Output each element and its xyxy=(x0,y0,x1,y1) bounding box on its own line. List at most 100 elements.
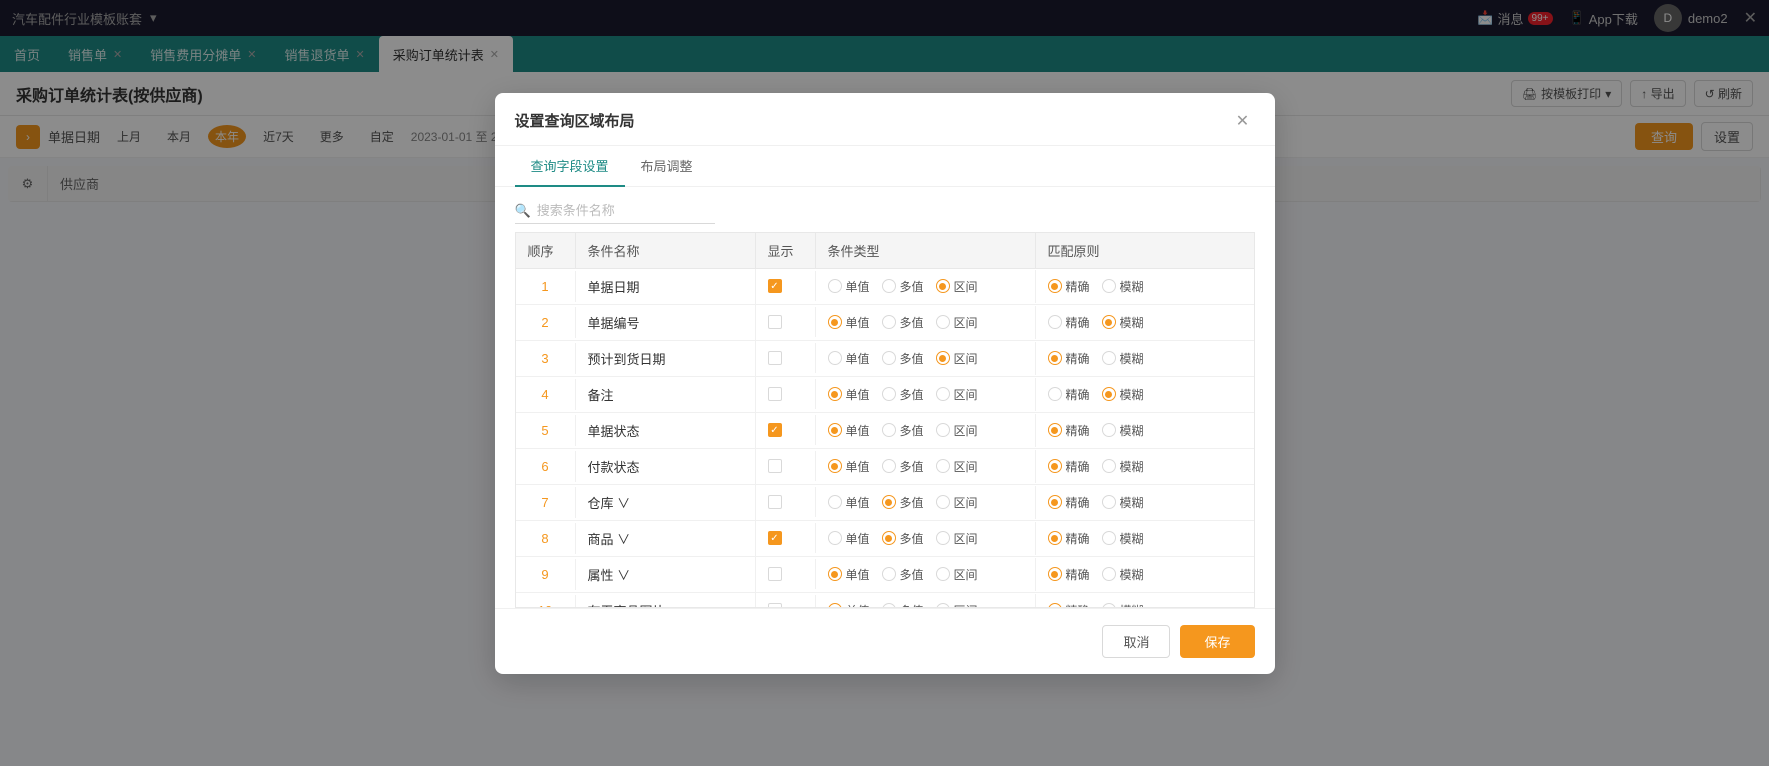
radio-single[interactable] xyxy=(828,279,842,293)
display-checkbox[interactable] xyxy=(768,423,782,437)
display-checkbox[interactable] xyxy=(768,567,782,581)
row-type: 单值 多值 区间 xyxy=(816,306,1036,339)
row-order: 6 xyxy=(516,451,576,482)
row-display[interactable] xyxy=(756,307,816,337)
match-fuzzy[interactable]: 模糊 xyxy=(1102,278,1144,295)
row-name: 有无商品图片 xyxy=(576,593,756,608)
row-match: 精确 模糊 xyxy=(1036,486,1236,519)
row-name: 仓库 ∨ xyxy=(576,485,756,520)
table-row: 9 属性 ∨ 单值 多值 区间 精确 xyxy=(516,557,1254,593)
row-match: 精确 模糊 xyxy=(1036,522,1236,555)
match-exact[interactable]: 精确 xyxy=(1048,278,1090,295)
cancel-button[interactable]: 取消 xyxy=(1102,625,1170,658)
table-row: 2 单据编号 单值 多值 区间 精确 xyxy=(516,305,1254,341)
table-row: 1 单据日期 单值 多值 区间 精确 xyxy=(516,269,1254,305)
row-type: 单值 多值 区间 xyxy=(816,342,1036,375)
display-checkbox[interactable] xyxy=(768,495,782,509)
display-checkbox[interactable] xyxy=(768,531,782,545)
row-match: 精确 模糊 xyxy=(1036,342,1236,375)
dialog-tabs: 查询字段设置 布局调整 xyxy=(495,146,1275,187)
table-row: 8 商品 ∨ 单值 多值 区间 精确 xyxy=(516,521,1254,557)
tab-query-fields[interactable]: 查询字段设置 xyxy=(515,146,625,187)
dialog-header: 设置查询区域布局 ✕ xyxy=(495,93,1275,146)
row-display[interactable] xyxy=(756,523,816,553)
row-display[interactable] xyxy=(756,271,816,301)
table-row: 5 单据状态 单值 多值 区间 精确 xyxy=(516,413,1254,449)
row-order: 4 xyxy=(516,379,576,410)
row-match: 精确 模糊 xyxy=(1036,414,1236,447)
dialog-footer: 取消 保存 xyxy=(495,608,1275,674)
display-checkbox[interactable] xyxy=(768,351,782,365)
table-row: 6 付款状态 单值 多值 区间 精确 xyxy=(516,449,1254,485)
row-match: 精确 模糊 xyxy=(1036,558,1236,591)
row-match: 精确 模糊 xyxy=(1036,306,1236,339)
modal-overlay: 设置查询区域布局 ✕ 查询字段设置 布局调整 🔍 顺序 条件名称 xyxy=(0,0,1769,766)
display-checkbox[interactable] xyxy=(768,279,782,293)
row-order: 10 xyxy=(516,595,576,608)
radio-multi[interactable] xyxy=(882,279,896,293)
dialog-title: 设置查询区域布局 xyxy=(515,110,635,131)
dialog-table: 顺序 条件名称 显示 条件类型 匹配原则 1 单据日期 单值 xyxy=(515,232,1255,608)
row-match: 精确 模糊 xyxy=(1036,450,1236,483)
dialog-table-body: 1 单据日期 单值 多值 区间 精确 xyxy=(515,268,1255,608)
row-order: 8 xyxy=(516,523,576,554)
row-display[interactable] xyxy=(756,379,816,409)
tab-layout-adjust[interactable]: 布局调整 xyxy=(625,146,709,187)
row-order: 5 xyxy=(516,415,576,446)
col-order: 顺序 xyxy=(516,233,576,268)
row-display[interactable] xyxy=(756,343,816,373)
col-display: 显示 xyxy=(756,233,816,268)
row-name: 备注 xyxy=(576,377,756,412)
row-type: 单值 多值 区间 xyxy=(816,522,1036,555)
row-name: 商品 ∨ xyxy=(576,521,756,556)
row-type: 单值 多值 区间 xyxy=(816,450,1036,483)
row-match: 精确 模糊 xyxy=(1036,378,1236,411)
row-display[interactable] xyxy=(756,487,816,517)
row-display[interactable] xyxy=(756,559,816,589)
dialog-table-header: 顺序 条件名称 显示 条件类型 匹配原则 xyxy=(515,232,1255,268)
type-multi[interactable]: 多值 xyxy=(882,278,924,295)
row-type: 单值 多值 区间 xyxy=(816,378,1036,411)
row-display[interactable] xyxy=(756,451,816,481)
search-input[interactable] xyxy=(537,203,697,218)
row-order: 9 xyxy=(516,559,576,590)
row-order: 2 xyxy=(516,307,576,338)
row-name: 单据编号 xyxy=(576,305,756,340)
display-checkbox[interactable] xyxy=(768,315,782,329)
row-name: 付款状态 xyxy=(576,449,756,484)
radio-fuzzy[interactable] xyxy=(1102,279,1116,293)
radio-range[interactable] xyxy=(936,279,950,293)
col-type: 条件类型 xyxy=(816,233,1036,268)
table-row: 3 预计到货日期 单值 多值 区间 精确 xyxy=(516,341,1254,377)
row-type: 单值 多值 区间 xyxy=(816,594,1036,608)
row-order: 3 xyxy=(516,343,576,374)
row-type: 单值 多值 区间 xyxy=(816,558,1036,591)
row-type: 单值 多值 区间 xyxy=(816,414,1036,447)
col-match: 匹配原则 xyxy=(1036,233,1236,268)
search-wrap: 🔍 xyxy=(515,199,715,224)
radio-exact[interactable] xyxy=(1048,279,1062,293)
row-type: 单值 多值 区间 xyxy=(816,486,1036,519)
table-row: 4 备注 单值 多值 区间 精确 xyxy=(516,377,1254,413)
row-order: 7 xyxy=(516,487,576,518)
display-checkbox[interactable] xyxy=(768,387,782,401)
display-checkbox[interactable] xyxy=(768,459,782,473)
type-single[interactable]: 单值 xyxy=(828,278,870,295)
row-name: 属性 ∨ xyxy=(576,557,756,592)
row-display[interactable] xyxy=(756,595,816,608)
main-content: 采购订单统计表(按供应商) 🖨 按模板打印 ▾ ↑ 导出 ↺ 刷新 › 单据日期… xyxy=(0,72,1769,766)
save-button[interactable]: 保存 xyxy=(1180,625,1254,658)
table-row: 7 仓库 ∨ 单值 多值 区间 精确 xyxy=(516,485,1254,521)
col-name: 条件名称 xyxy=(576,233,756,268)
row-match: 精确 模糊 xyxy=(1036,270,1236,303)
settings-dialog: 设置查询区域布局 ✕ 查询字段设置 布局调整 🔍 顺序 条件名称 xyxy=(495,93,1275,674)
row-type: 单值 多值 区间 xyxy=(816,270,1036,303)
table-row: 10 有无商品图片 单值 多值 区间 精确 xyxy=(516,593,1254,608)
row-name: 预计到货日期 xyxy=(576,341,756,376)
row-display[interactable] xyxy=(756,415,816,445)
row-name: 单据日期 xyxy=(576,269,756,304)
row-name: 单据状态 xyxy=(576,413,756,448)
dialog-close-button[interactable]: ✕ xyxy=(1231,109,1255,133)
type-range[interactable]: 区间 xyxy=(936,278,978,295)
row-match: 精确 模糊 xyxy=(1036,594,1236,608)
